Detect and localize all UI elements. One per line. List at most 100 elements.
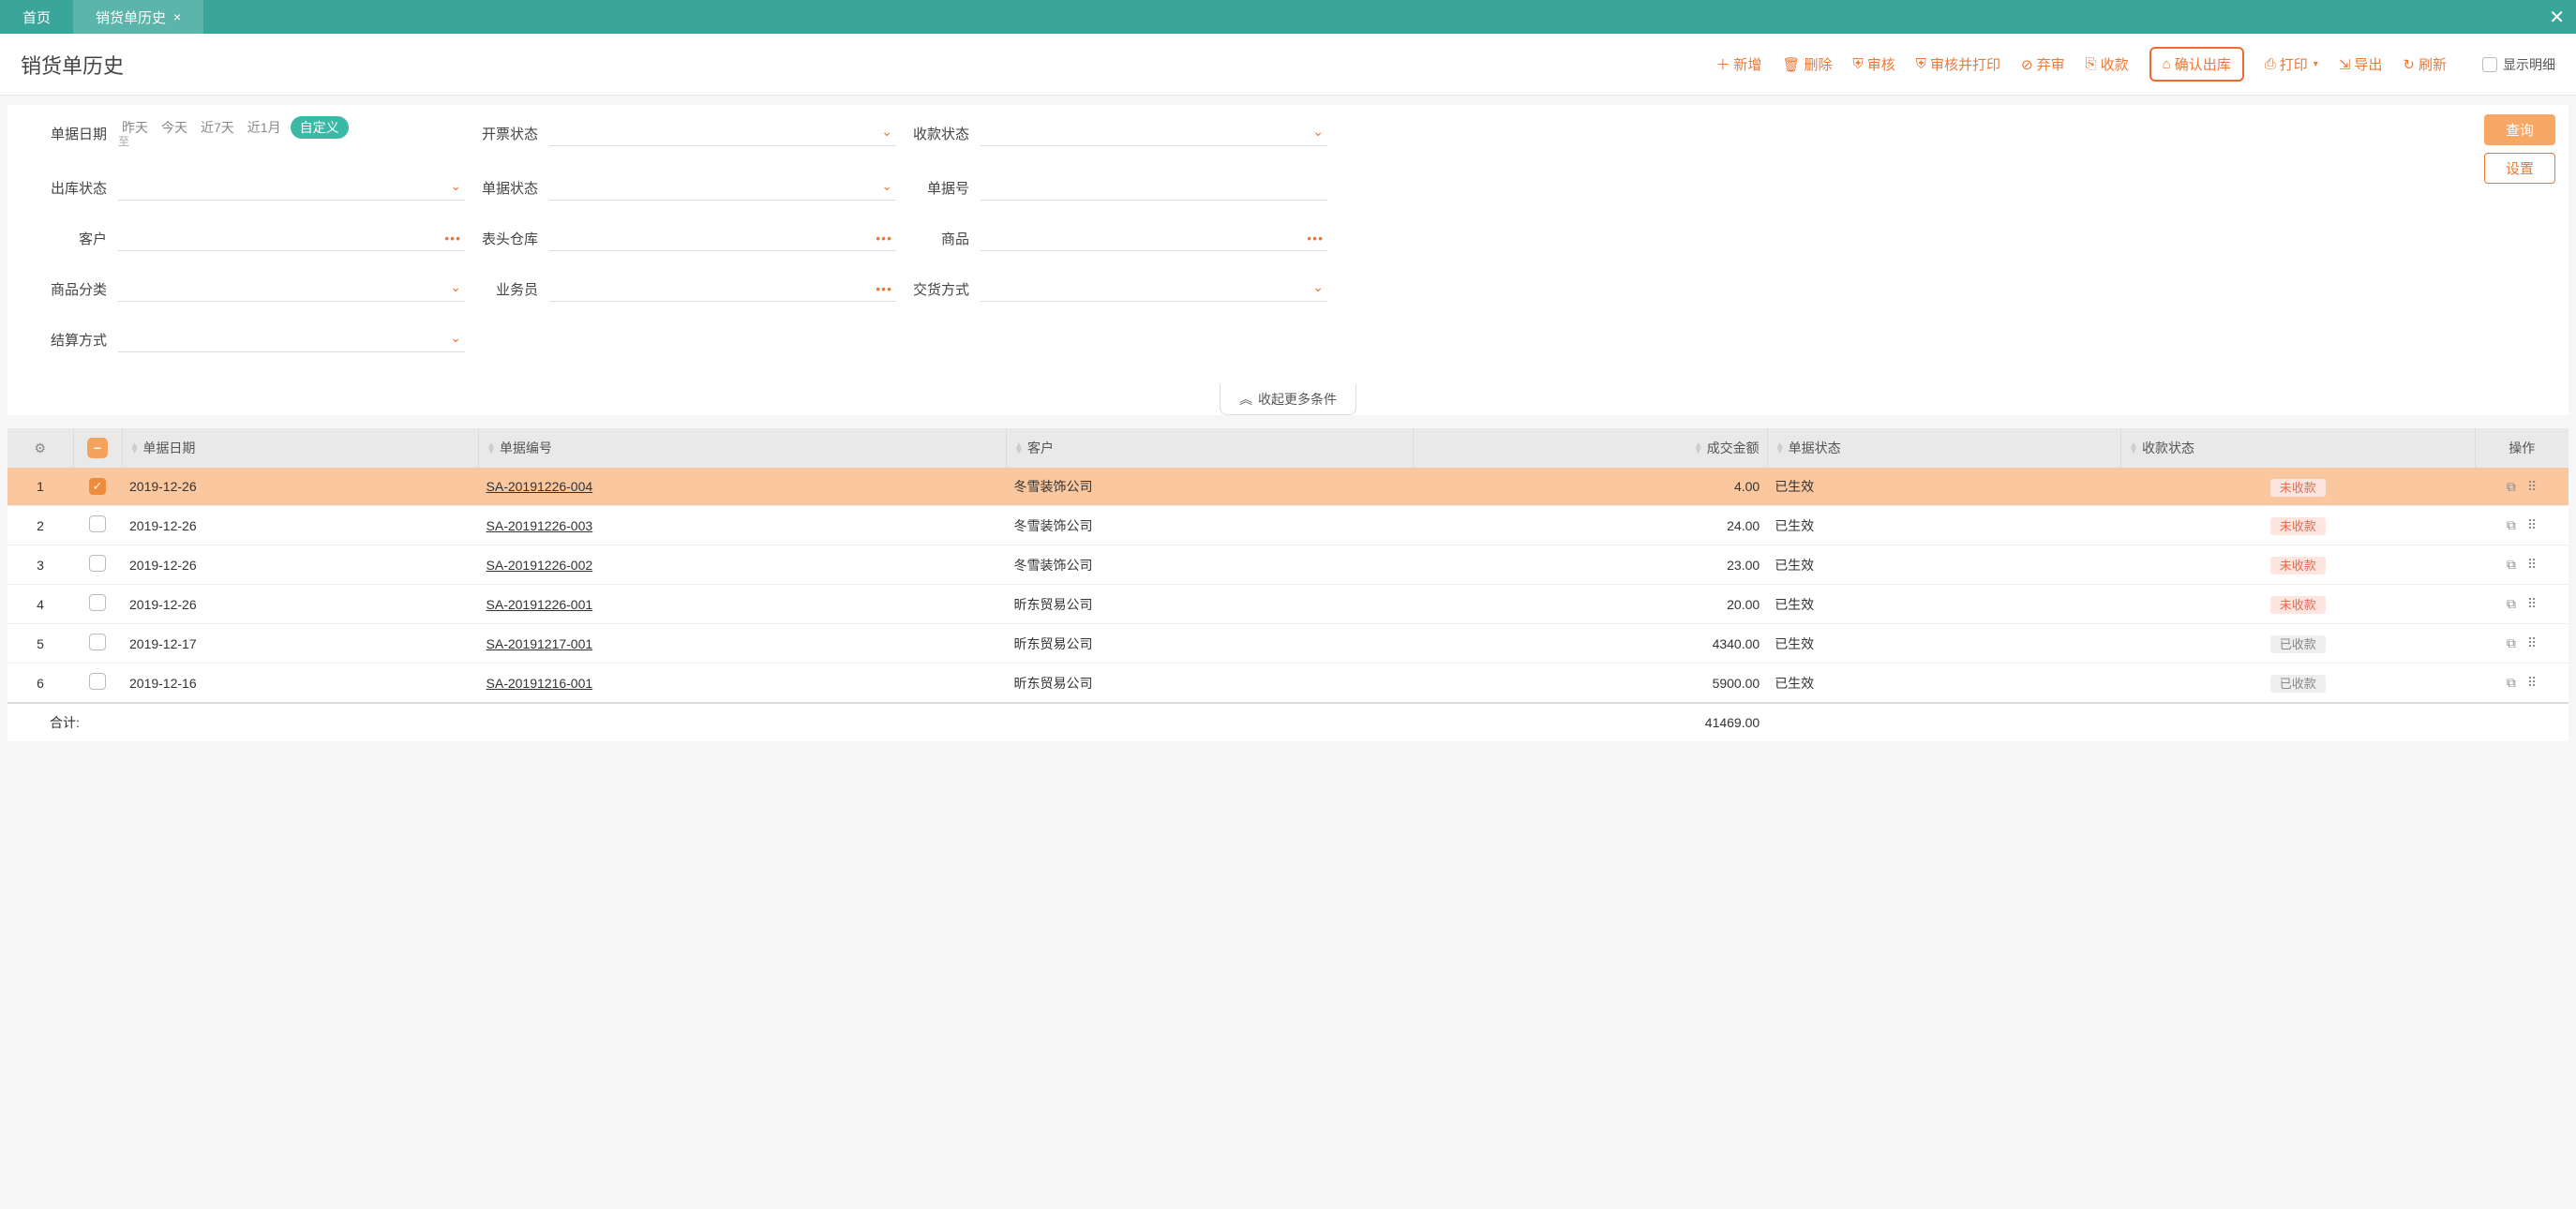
print-button[interactable]: ⎙打印▾ — [2265, 54, 2318, 74]
doc-number-link[interactable]: SA-20191226-002 — [487, 558, 593, 573]
confirm-outbound-button[interactable]: ⌂确认出库 — [2149, 47, 2244, 82]
cell-customer: 昕东贸易公司 — [1007, 585, 1414, 624]
doc-status-label: 单据状态 — [465, 178, 538, 198]
row-checkbox[interactable] — [89, 673, 106, 690]
doc-number-link[interactable]: SA-20191217-001 — [487, 636, 593, 651]
view-detail-icon[interactable]: ⧉ — [2507, 675, 2516, 691]
row-index: 4 — [7, 585, 73, 624]
row-index: 2 — [7, 506, 73, 545]
qr-icon[interactable]: ⠿ — [2527, 596, 2537, 612]
date-recent7[interactable]: 近7天 — [197, 116, 238, 139]
qr-icon[interactable]: ⠿ — [2527, 479, 2537, 495]
close-window-icon[interactable]: ✕ — [2549, 0, 2565, 34]
deselect-all-button[interactable]: − — [87, 438, 108, 458]
date-custom[interactable]: 自定义 — [291, 116, 349, 139]
chevron-down-icon: ⌄ — [881, 124, 892, 140]
tab-bar: 首页 销货单历史 × ✕ — [0, 0, 2576, 34]
table-row[interactable]: 1✓2019-12-26SA-20191226-004冬雪装饰公司4.00已生效… — [7, 468, 2569, 506]
more-icon[interactable]: ••• — [876, 231, 892, 246]
cell-status: 已生效 — [1767, 585, 2120, 624]
data-table: ⚙ − ▲▼单据日期 ▲▼单据编号 ▲▼客户 ▲▼成交金额 ▲▼单据状态 ▲▼收… — [7, 428, 2569, 741]
collapse-filters-button[interactable]: ︽ 收起更多条件 — [1220, 384, 1356, 415]
qr-icon[interactable]: ⠿ — [2527, 635, 2537, 651]
pay-status-badge: 已收款 — [2270, 635, 2326, 653]
show-detail-toggle[interactable]: 显示明细 — [2482, 55, 2555, 74]
tab-sales-history[interactable]: 销货单历史 × — [73, 0, 203, 34]
cell-customer: 冬雪装饰公司 — [1007, 468, 1414, 506]
row-checkbox[interactable] — [89, 515, 106, 532]
table-row[interactable]: 22019-12-26SA-20191226-003冬雪装饰公司24.00已生效… — [7, 506, 2569, 545]
table-row[interactable]: 42019-12-26SA-20191226-001昕东贸易公司20.00已生效… — [7, 585, 2569, 624]
refresh-button[interactable]: ↻刷新 — [2403, 54, 2447, 74]
col-doc-status[interactable]: ▲▼单据状态 — [1767, 428, 2120, 468]
collapse-wrap: ︽ 收起更多条件 — [7, 384, 2569, 415]
date-recent1m[interactable]: 近1月 — [244, 116, 285, 139]
doc-number-field[interactable] — [981, 174, 1327, 201]
view-detail-icon[interactable]: ⧉ — [2507, 479, 2516, 495]
view-detail-icon[interactable]: ⧉ — [2507, 596, 2516, 612]
col-number[interactable]: ▲▼单据编号 — [479, 428, 1007, 468]
delete-button[interactable]: 🗑删除 — [1782, 54, 1832, 74]
cell-date: 2019-12-26 — [122, 545, 479, 585]
delivery-field[interactable]: ⌄ — [981, 276, 1327, 302]
qr-icon[interactable]: ⠿ — [2527, 557, 2537, 573]
delivery-label: 交货方式 — [896, 279, 969, 299]
table-row[interactable]: 62019-12-16SA-20191216-001昕东贸易公司5900.00已… — [7, 664, 2569, 704]
date-today[interactable]: 今天 — [157, 116, 191, 139]
audit-print-button[interactable]: ⛨审核并打印 — [1916, 54, 2000, 74]
invoice-status-field[interactable]: ⌄ — [549, 120, 896, 146]
query-button[interactable]: 查询 — [2484, 114, 2555, 145]
view-detail-icon[interactable]: ⧉ — [2507, 557, 2516, 573]
category-field[interactable]: ⌄ — [118, 276, 465, 302]
col-pay-status[interactable]: ▲▼收款状态 — [2121, 428, 2475, 468]
settlement-field[interactable]: ⌄ — [118, 326, 465, 352]
doc-status-field[interactable]: ⌄ — [549, 174, 896, 201]
more-icon[interactable]: ••• — [444, 231, 461, 246]
double-chevron-up-icon: ︽ — [1239, 390, 1252, 409]
audit-button[interactable]: ⛨审核 — [1852, 54, 1895, 74]
abandon-button[interactable]: ⊘弃审 — [2021, 54, 2065, 74]
row-checkbox[interactable]: ✓ — [89, 478, 106, 495]
export-button[interactable]: ⇲导出 — [2339, 54, 2383, 74]
row-checkbox[interactable] — [89, 555, 106, 572]
qr-icon[interactable]: ⠿ — [2527, 517, 2537, 533]
view-detail-icon[interactable]: ⧉ — [2507, 635, 2516, 651]
table-row[interactable]: 32019-12-26SA-20191226-002冬雪装饰公司23.00已生效… — [7, 545, 2569, 585]
tab-home[interactable]: 首页 — [0, 0, 73, 34]
row-checkbox[interactable] — [89, 594, 106, 611]
col-amount[interactable]: ▲▼成交金额 — [1414, 428, 1767, 468]
chevron-down-icon: ⌄ — [450, 178, 461, 194]
payment-button[interactable]: ⎘收款 — [2086, 54, 2129, 74]
checkbox-icon[interactable] — [2482, 57, 2497, 72]
outbound-status-field[interactable]: ⌄ — [118, 174, 465, 201]
cell-customer: 冬雪装饰公司 — [1007, 545, 1414, 585]
customer-field[interactable]: ••• — [118, 225, 465, 251]
col-customer[interactable]: ▲▼客户 — [1007, 428, 1414, 468]
cell-status: 已生效 — [1767, 468, 2120, 506]
doc-number-link[interactable]: SA-20191226-001 — [487, 597, 593, 612]
doc-number-link[interactable]: SA-20191216-001 — [487, 676, 593, 691]
toolbar: ＋新增 🗑删除 ⛨审核 ⛨审核并打印 ⊘弃审 ⎘收款 ⌂确认出库 ⎙打印▾ ⇲导… — [1715, 47, 2555, 82]
add-button[interactable]: ＋新增 — [1715, 54, 1761, 74]
filter-actions: 查询 设置 — [2484, 114, 2555, 184]
more-icon[interactable]: ••• — [1307, 231, 1324, 246]
payment-status-field[interactable]: ⌄ — [981, 120, 1327, 146]
doc-number-link[interactable]: SA-20191226-004 — [487, 479, 593, 494]
table-row[interactable]: 52019-12-17SA-20191217-001昕东贸易公司4340.00已… — [7, 624, 2569, 664]
product-field[interactable]: ••• — [981, 225, 1327, 251]
cell-status: 已生效 — [1767, 545, 2120, 585]
settings-button[interactable]: 设置 — [2484, 153, 2555, 184]
more-icon[interactable]: ••• — [876, 281, 892, 296]
row-index: 3 — [7, 545, 73, 585]
row-checkbox[interactable] — [89, 634, 106, 650]
doc-number-link[interactable]: SA-20191226-003 — [487, 518, 593, 533]
salesperson-field[interactable]: ••• — [549, 276, 896, 302]
pay-status-badge: 未收款 — [2270, 517, 2326, 535]
col-date[interactable]: ▲▼单据日期 — [122, 428, 479, 468]
plus-icon: ＋ — [1715, 54, 1730, 74]
warehouse-field[interactable]: ••• — [549, 225, 896, 251]
qr-icon[interactable]: ⠿ — [2527, 675, 2537, 691]
close-tab-icon[interactable]: × — [173, 9, 181, 24]
gear-icon[interactable]: ⚙ — [34, 440, 46, 455]
view-detail-icon[interactable]: ⧉ — [2507, 517, 2516, 533]
